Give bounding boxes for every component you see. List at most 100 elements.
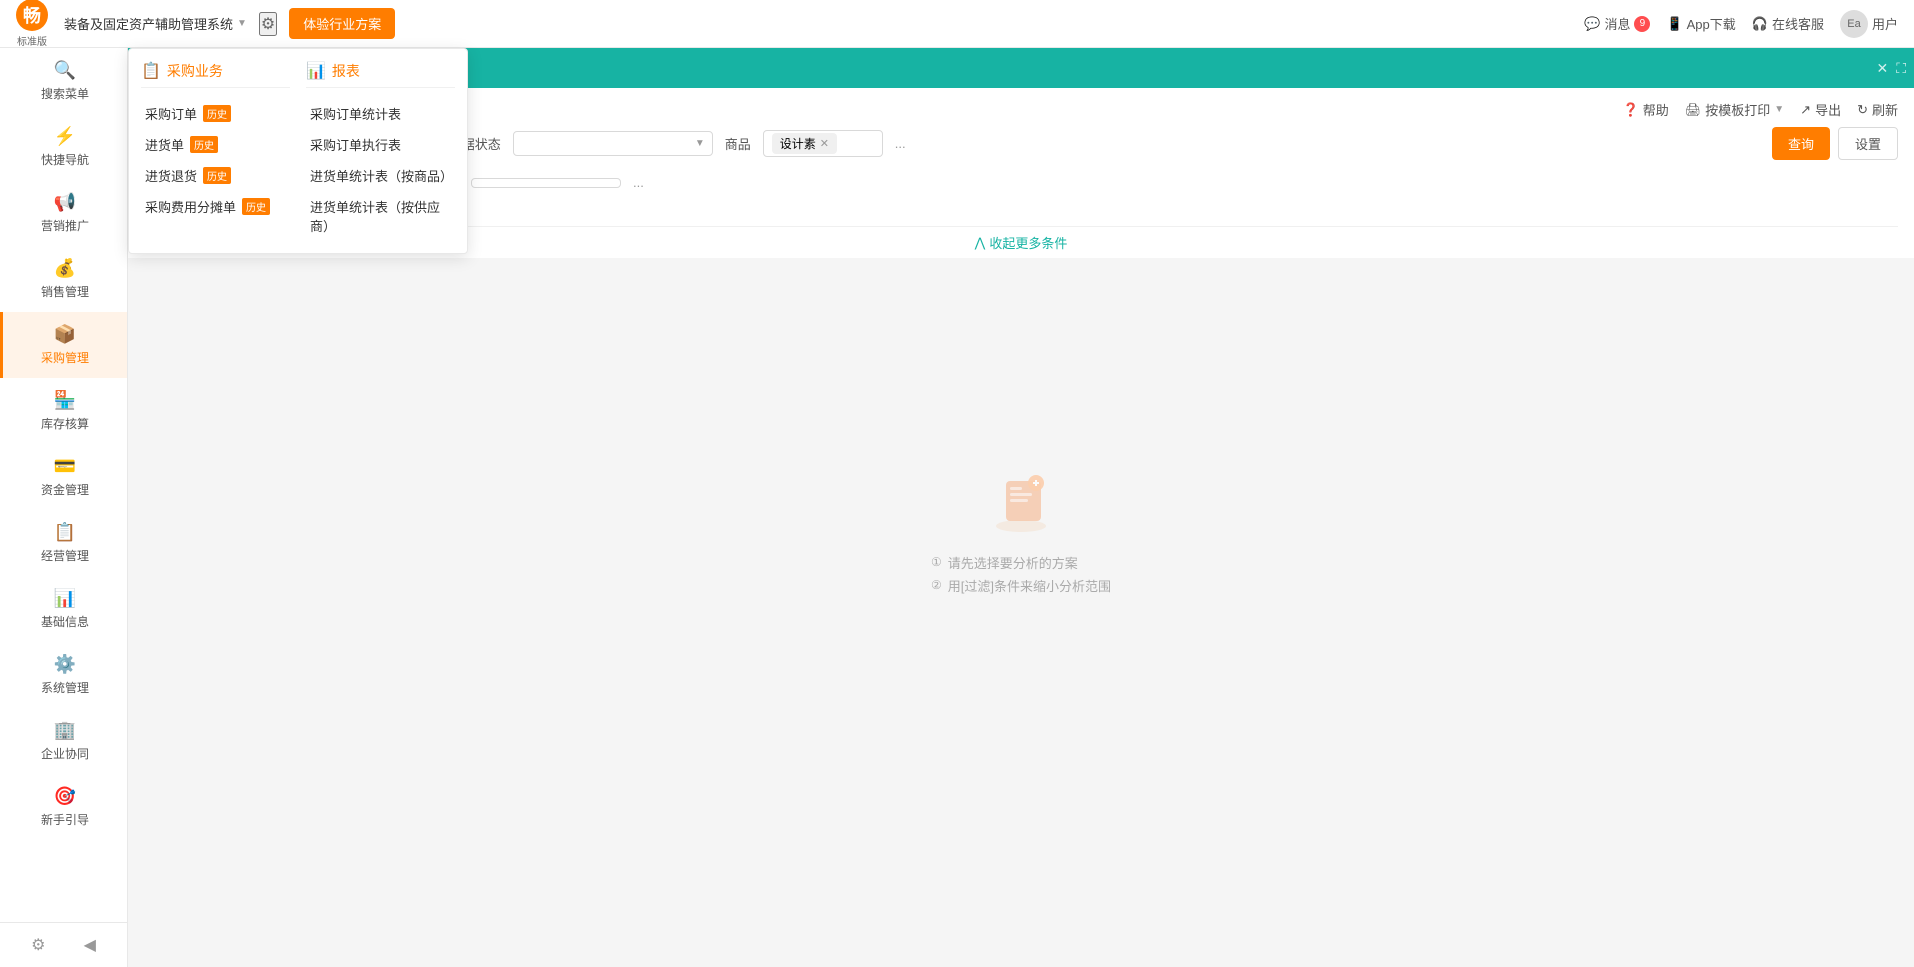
- help-icon: ❓: [1623, 102, 1639, 118]
- sales-person-input[interactable]: [471, 178, 621, 188]
- tab-close-all-icon[interactable]: ✕: [1876, 60, 1888, 77]
- user-menu[interactable]: Ea 用户: [1840, 10, 1898, 38]
- purchase-icon: 📦: [54, 324, 76, 345]
- app-download-btn[interactable]: 📱 App下载: [1666, 14, 1735, 33]
- phone-icon: 📱: [1666, 16, 1682, 32]
- search-icon: 🔍: [54, 60, 76, 81]
- sidebar-label-guide: 新手引导: [41, 811, 89, 828]
- history-badge-1: 历史: [203, 105, 231, 122]
- sidebar-label-enterprise: 企业协同: [41, 745, 89, 762]
- export-btn[interactable]: ↗ 导出: [1800, 100, 1841, 119]
- goods-label: 商品: [725, 134, 751, 153]
- sidebar-item-marketing[interactable]: 📢 营销推广: [0, 180, 127, 246]
- goods-tag-close[interactable]: ✕: [820, 137, 829, 150]
- history-badge-2: 历史: [190, 136, 218, 153]
- goods-more-btn[interactable]: ...: [895, 136, 906, 151]
- system-title-dropdown[interactable]: 装备及固定资产辅助管理系统 ▼: [64, 14, 247, 33]
- dropdown-col-title-reports: 📊 报表: [306, 61, 455, 88]
- settings-icon-btn[interactable]: ⚙: [259, 12, 277, 36]
- sales-person-more-btn[interactable]: ...: [633, 175, 644, 190]
- menu-item-goods-receipt[interactable]: 进货单 历史: [141, 129, 290, 160]
- online-service-label: 在线客服: [1772, 14, 1824, 33]
- menu-item-purchase-order[interactable]: 采购订单 历史: [141, 98, 290, 129]
- collapse-arrow-icon: ⋀: [975, 235, 986, 251]
- dropdown-col-purchase-business: 📋 采购业务 采购订单 历史 进货单 历史 进货退货 历史 采购费用分摊单 历史: [141, 61, 290, 241]
- notification-btn[interactable]: 💬 消息 9: [1584, 14, 1650, 33]
- query-btn[interactable]: 查询: [1772, 127, 1830, 160]
- menu-item-receipt-by-goods[interactable]: 进货单统计表（按商品）: [306, 160, 455, 191]
- receipt-by-goods-label: 进货单统计表（按商品）: [310, 166, 451, 185]
- refresh-icon: ↻: [1857, 102, 1868, 118]
- sidebar-item-guide[interactable]: 🎯 新手引导: [0, 774, 127, 840]
- refresh-btn[interactable]: ↻ 刷新: [1857, 100, 1898, 119]
- goods-tag-label: 设计素: [780, 135, 816, 152]
- menu-item-purchase-expense[interactable]: 采购费用分摊单 历史: [141, 191, 290, 222]
- export-icon: ↗: [1800, 102, 1811, 118]
- empty-illustration: [981, 461, 1061, 541]
- print-label: 按模板打印: [1705, 100, 1770, 119]
- menu-item-receipt-by-supplier[interactable]: 进货单统计表（按供应商）: [306, 191, 455, 241]
- goods-input-area[interactable]: 设计素 ✕: [763, 130, 883, 157]
- settings-btn[interactable]: 设置: [1838, 127, 1898, 160]
- sidebar-label-sales: 销售管理: [41, 283, 89, 300]
- po-exec-label: 采购订单执行表: [310, 135, 401, 154]
- print-btn[interactable]: 🖨 按模板打印 ▼: [1685, 100, 1784, 119]
- system-icon: ⚙️: [54, 654, 76, 675]
- industry-btn[interactable]: 体验行业方案: [289, 8, 395, 39]
- refresh-label: 刷新: [1872, 100, 1898, 119]
- settings-bottom-icon[interactable]: ⚙: [31, 935, 45, 955]
- empty-text: ① 请先选择要分析的方案 ② 用[过滤]条件来缩小分析范围: [931, 553, 1111, 595]
- goods-return-label: 进货退货: [145, 166, 197, 185]
- system-title: 装备及固定资产辅助管理系统: [64, 14, 233, 33]
- print-dropdown-icon: ▼: [1774, 104, 1784, 115]
- sidebar-item-system[interactable]: ⚙️ 系统管理: [0, 642, 127, 708]
- sidebar-item-basic-info[interactable]: 📊 基础信息: [0, 576, 127, 642]
- sidebar-item-search[interactable]: 🔍 搜索菜单: [0, 48, 127, 114]
- voucher-status-select[interactable]: [513, 131, 713, 156]
- sidebar-label-operations: 经营管理: [41, 547, 89, 564]
- quick-nav-icon: ⚡: [54, 126, 76, 147]
- app-wrapper: 畅 标准版 装备及固定资产辅助管理系统 ▼ ⚙ 体验行业方案 💬 消息 9 📱 …: [0, 0, 1914, 967]
- query-actions: 查询 设置: [1772, 127, 1898, 160]
- history-badge-4: 历史: [242, 198, 270, 215]
- po-stats-label: 采购订单统计表: [310, 104, 401, 123]
- menu-item-goods-return[interactable]: 进货退货 历史: [141, 160, 290, 191]
- headset-icon: 🎧: [1752, 16, 1768, 32]
- online-service-btn[interactable]: 🎧 在线客服: [1752, 14, 1824, 33]
- sidebar-bottom: ⚙ ◀: [0, 922, 127, 967]
- sidebar-item-inventory[interactable]: 🏪 库存核算: [0, 378, 127, 444]
- reports-col-icon: 📊: [306, 61, 326, 81]
- sidebar-item-enterprise[interactable]: 🏢 企业协同: [0, 708, 127, 774]
- sidebar: 🔍 搜索菜单 ⚡ 快捷导航 📢 营销推广 💰 销售管理 📦 采购管理 🏪: [0, 48, 128, 967]
- purchase-expense-label: 采购费用分摊单: [145, 197, 236, 216]
- logo-area: 畅 标准版: [16, 0, 48, 48]
- sidebar-label-search: 搜索菜单: [41, 85, 89, 102]
- dropdown-col-title-purchase: 📋 采购业务: [141, 61, 290, 88]
- logo-icon: 畅: [16, 0, 48, 31]
- sidebar-item-sales[interactable]: 💰 销售管理: [0, 246, 127, 312]
- collapse-sidebar-icon[interactable]: ◀: [84, 935, 96, 955]
- dropdown-arrow-icon: ▼: [237, 18, 247, 29]
- top-bar-left: 畅 标准版 装备及固定资产辅助管理系统 ▼ ⚙ 体验行业方案: [16, 0, 1584, 48]
- avatar: Ea: [1840, 10, 1868, 38]
- empty-text-row-1: ① 请先选择要分析的方案: [931, 553, 1111, 572]
- collapse-btn[interactable]: ⋀ 收起更多条件: [975, 233, 1068, 252]
- sidebar-item-finance[interactable]: 💳 资金管理: [0, 444, 127, 510]
- tab-bar-right: ✕ ⛶: [1876, 60, 1906, 77]
- help-btn[interactable]: ❓ 帮助: [1623, 100, 1669, 119]
- print-icon: 🖨: [1685, 102, 1702, 118]
- voucher-status-arrow: ▼: [695, 138, 705, 149]
- empty-text-row-2: ② 用[过滤]条件来缩小分析范围: [931, 576, 1111, 595]
- sidebar-item-operations[interactable]: 📋 经营管理: [0, 510, 127, 576]
- tab-fullscreen-icon[interactable]: ⛶: [1896, 60, 1906, 77]
- step2-text: 用[过滤]条件来缩小分析范围: [948, 576, 1111, 595]
- sidebar-label-basic-info: 基础信息: [41, 613, 89, 630]
- help-label: 帮助: [1643, 100, 1669, 119]
- menu-item-po-stats[interactable]: 采购订单统计表: [306, 98, 455, 129]
- menu-item-po-exec[interactable]: 采购订单执行表: [306, 129, 455, 160]
- sidebar-item-purchase[interactable]: 📦 采购管理: [0, 312, 127, 378]
- notification-icon: 💬: [1584, 16, 1600, 32]
- sidebar-item-quick-nav[interactable]: ⚡ 快捷导航: [0, 114, 127, 180]
- sidebar-label-system: 系统管理: [41, 679, 89, 696]
- step1-num: ①: [931, 555, 942, 569]
